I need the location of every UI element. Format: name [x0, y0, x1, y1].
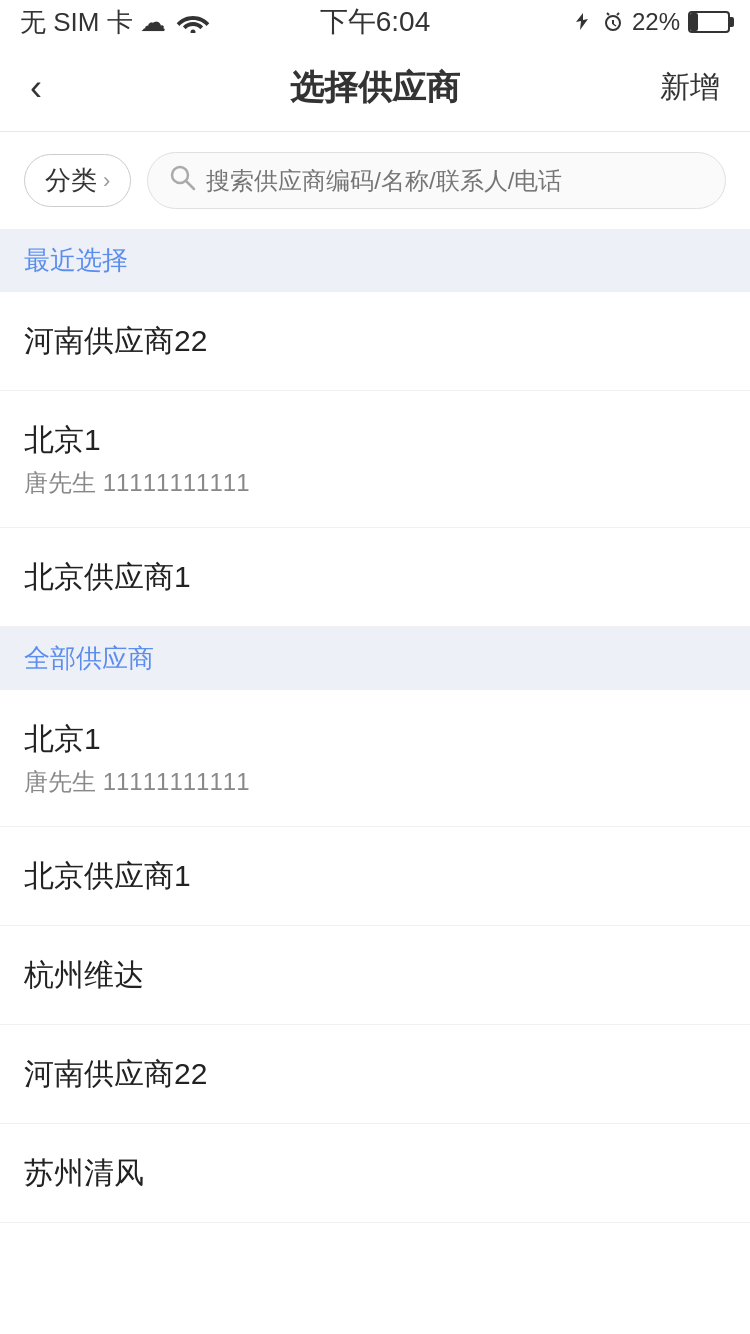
- status-time: 下午6:04: [320, 3, 431, 41]
- all-section-header: 全部供应商: [0, 627, 750, 690]
- svg-point-0: [190, 30, 195, 34]
- supplier-name: 河南供应商22: [24, 1053, 726, 1095]
- recent-section-header: 最近选择: [0, 229, 750, 292]
- back-button[interactable]: ‹: [30, 67, 90, 109]
- supplier-name: 北京供应商1: [24, 556, 726, 598]
- svg-line-7: [186, 181, 194, 189]
- supplier-name: 苏州清风: [24, 1152, 726, 1194]
- search-input[interactable]: [206, 167, 705, 195]
- list-item[interactable]: 河南供应商22: [0, 1025, 750, 1124]
- supplier-name: 北京1: [24, 718, 726, 760]
- status-right: 22%: [572, 8, 730, 36]
- recent-list: 河南供应商22 北京1 唐先生 11111111111 北京供应商1: [0, 292, 750, 627]
- status-left: 无 SIM 卡 ☁: [20, 5, 210, 40]
- list-item[interactable]: 北京1 唐先生 11111111111: [0, 690, 750, 827]
- supplier-contact: 唐先生 11111111111: [24, 766, 726, 798]
- wifi-icon: [176, 11, 210, 33]
- page-title: 选择供应商: [290, 65, 460, 111]
- supplier-name: 北京1: [24, 419, 726, 461]
- list-item[interactable]: 北京供应商1: [0, 827, 750, 926]
- list-item[interactable]: 北京1 唐先生 11111111111: [0, 391, 750, 528]
- svg-line-3: [613, 24, 616, 26]
- status-bar: 无 SIM 卡 ☁ 下午6:04 22%: [0, 0, 750, 44]
- all-section-label: 全部供应商: [24, 643, 154, 673]
- sim-status: 无 SIM 卡 ☁: [20, 5, 166, 40]
- search-box: [147, 152, 726, 209]
- list-item[interactable]: 杭州维达: [0, 926, 750, 1025]
- supplier-name: 杭州维达: [24, 954, 726, 996]
- battery-percent: 22%: [632, 8, 680, 36]
- add-button[interactable]: 新增: [660, 67, 720, 108]
- battery-icon: [688, 11, 730, 33]
- category-label: 分类: [45, 163, 97, 198]
- svg-line-5: [617, 13, 619, 15]
- search-icon: [168, 163, 196, 198]
- supplier-name: 河南供应商22: [24, 320, 726, 362]
- chevron-right-icon: ›: [103, 168, 110, 194]
- list-item[interactable]: 苏州清风: [0, 1124, 750, 1223]
- all-list: 北京1 唐先生 11111111111 北京供应商1 杭州维达河南供应商22 苏州清风: [0, 690, 750, 1223]
- alarm-icon: [602, 11, 624, 33]
- svg-line-4: [607, 13, 609, 15]
- supplier-name: 北京供应商1: [24, 855, 726, 897]
- list-item[interactable]: 北京供应商1: [0, 528, 750, 627]
- nav-bar: ‹ 选择供应商 新增: [0, 44, 750, 132]
- recent-section-label: 最近选择: [24, 245, 128, 275]
- filter-bar: 分类 ›: [0, 132, 750, 229]
- list-item[interactable]: 河南供应商22: [0, 292, 750, 391]
- supplier-contact: 唐先生 11111111111: [24, 467, 726, 499]
- location-icon: [572, 11, 594, 33]
- category-filter[interactable]: 分类 ›: [24, 154, 131, 207]
